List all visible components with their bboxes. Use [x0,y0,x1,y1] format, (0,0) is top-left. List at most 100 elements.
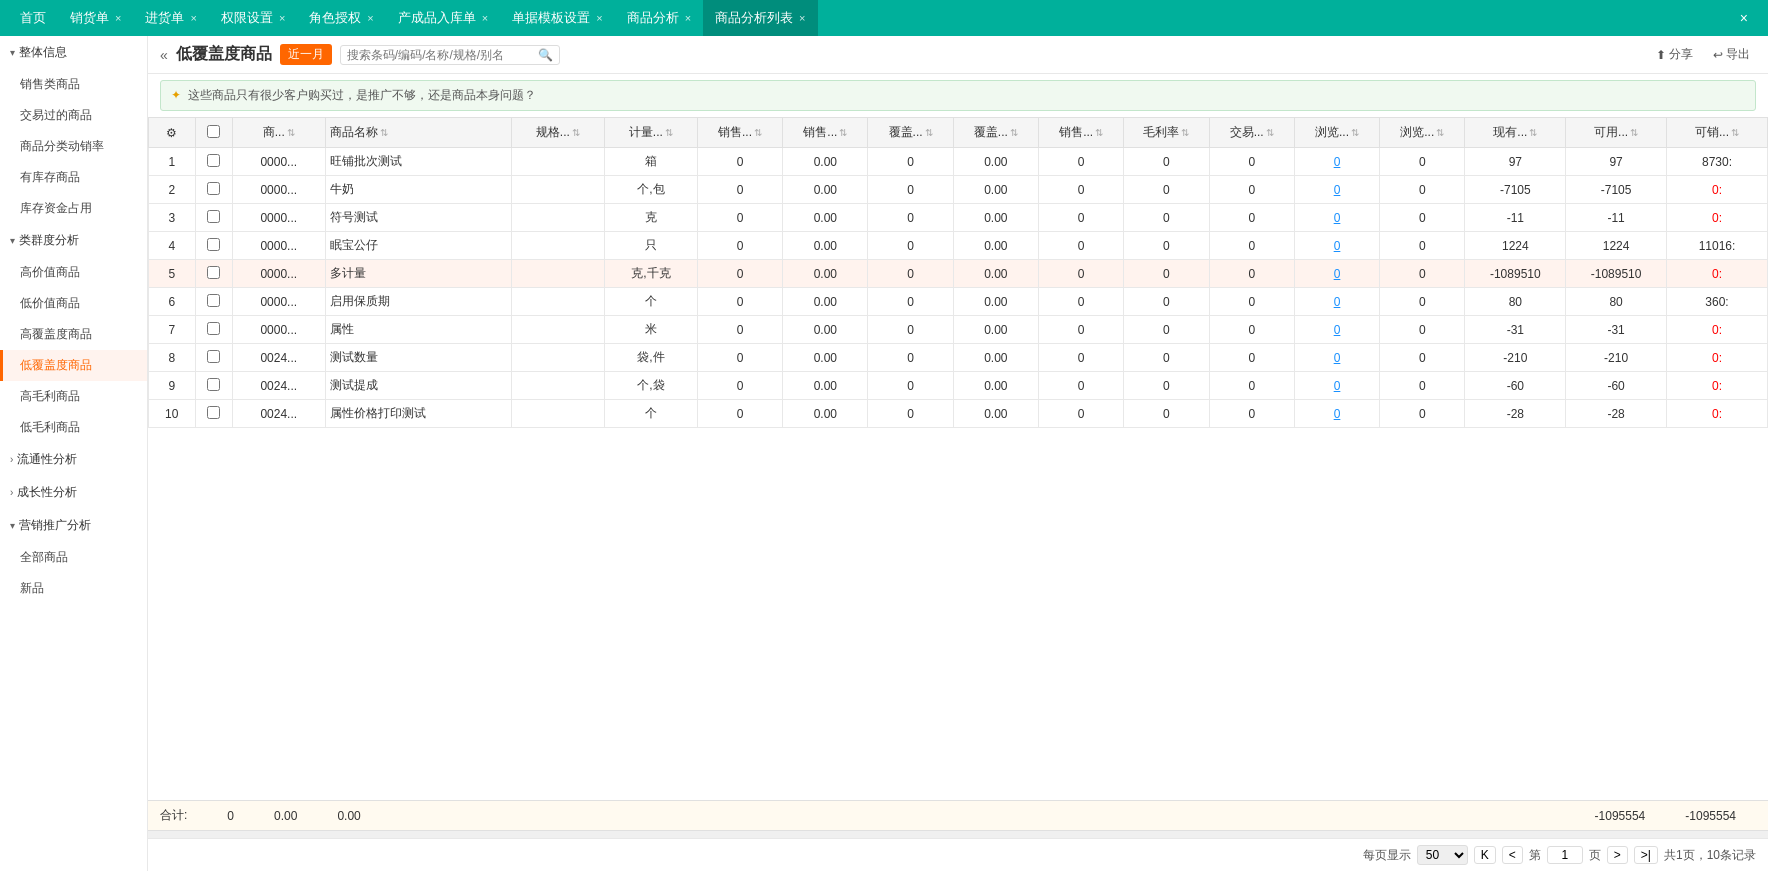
first-page-button[interactable]: K [1474,846,1496,864]
close-icon[interactable]: × [685,12,691,24]
cell-view1[interactable]: 0 [1294,316,1379,344]
cell-checkbox[interactable] [195,148,232,176]
cell-available: -1089510 [1566,260,1667,288]
close-icon[interactable]: × [279,12,285,24]
cell-checkbox[interactable] [195,176,232,204]
th-current-stock[interactable]: 现有...⇅ [1465,118,1566,148]
th-code[interactable]: 商...⇅ [232,118,325,148]
window-close-button[interactable]: × [1728,10,1760,26]
cell-cov2: 0.00 [953,260,1038,288]
cell-spec [511,316,604,344]
sidebar-group-liquidity[interactable]: › 流通性分析 [0,443,147,476]
cell-checkbox[interactable] [195,260,232,288]
cell-checkbox[interactable] [195,344,232,372]
nav-sales-order[interactable]: 销货单 × [58,0,133,36]
cell-gross-margin: 0 [1124,288,1209,316]
nav-goods-analysis[interactable]: 商品分析 × [615,0,703,36]
search-input[interactable] [347,48,538,62]
th-sales-qty[interactable]: 销售...⇅ [697,118,782,148]
cell-num: 10 [149,400,196,428]
nav-product-warehouse[interactable]: 产成品入库单 × [386,0,500,36]
close-icon[interactable]: × [115,12,121,24]
time-filter-button[interactable]: 近一月 [280,44,332,65]
sidebar-item-high-coverage[interactable]: 高覆盖度商品 [0,319,147,350]
cell-view1[interactable]: 0 [1294,344,1379,372]
cell-checkbox[interactable] [195,204,232,232]
cell-unit: 米 [604,316,697,344]
nav-template-settings[interactable]: 单据模板设置 × [500,0,614,36]
th-sales-cnt[interactable]: 销售...⇅ [1039,118,1124,148]
th-view2[interactable]: 浏览...⇅ [1380,118,1465,148]
next-page-button[interactable]: > [1607,846,1628,864]
sidebar-group-growth[interactable]: › 成长性分析 [0,476,147,509]
sidebar-group-cluster[interactable]: ▾ 类群度分析 [0,224,147,257]
sidebar-item-all-goods[interactable]: 全部商品 [0,542,147,573]
th-coverage1[interactable]: 覆盖...⇅ [868,118,953,148]
cell-view1[interactable]: 0 [1294,260,1379,288]
page-number-input[interactable] [1547,846,1583,864]
nav-home[interactable]: 首页 [8,0,58,36]
sidebar-group-marketing[interactable]: ▾ 营销推广分析 [0,509,147,542]
sidebar-item-low-margin[interactable]: 低毛利商品 [0,412,147,443]
close-icon[interactable]: × [596,12,602,24]
cell-view1[interactable]: 0 [1294,148,1379,176]
nav-role-auth[interactable]: 角色授权 × [297,0,385,36]
close-icon[interactable]: × [367,12,373,24]
sidebar-item-sales-goods[interactable]: 销售类商品 [0,69,147,100]
cell-view1[interactable]: 0 [1294,232,1379,260]
sidebar-item-new-goods[interactable]: 新品 [0,573,147,604]
close-icon[interactable]: × [799,12,805,24]
cell-sales-cnt: 0 [1039,344,1124,372]
sidebar-collapse-button[interactable]: « [160,47,168,63]
share-button[interactable]: ⬆ 分享 [1650,44,1699,65]
sidebar-item-stocked-goods[interactable]: 有库存商品 [0,162,147,193]
select-all-checkbox[interactable] [207,125,220,138]
sidebar-item-inventory-capital[interactable]: 库存资金占用 [0,193,147,224]
cell-unit: 只 [604,232,697,260]
sidebar-item-low-value[interactable]: 低价值商品 [0,288,147,319]
th-gross-margin[interactable]: 毛利率⇅ [1124,118,1209,148]
horizontal-scrollbar[interactable] [148,830,1768,838]
th-coverage2[interactable]: 覆盖...⇅ [953,118,1038,148]
close-icon[interactable]: × [190,12,196,24]
th-sales-amt[interactable]: 销售...⇅ [783,118,868,148]
sidebar-item-traded-goods[interactable]: 交易过的商品 [0,100,147,131]
cell-checkbox[interactable] [195,288,232,316]
sidebar-item-category-rate[interactable]: 商品分类动销率 [0,131,147,162]
th-saleable[interactable]: 可销...⇅ [1667,118,1768,148]
cell-current: -60 [1465,372,1566,400]
sidebar-item-high-margin[interactable]: 高毛利商品 [0,381,147,412]
sidebar-group-overall[interactable]: ▾ 整体信息 [0,36,147,69]
th-trade[interactable]: 交易...⇅ [1209,118,1294,148]
nav-permission-settings[interactable]: 权限设置 × [209,0,297,36]
nav-goods-analysis-list[interactable]: 商品分析列表 × [703,0,817,36]
close-icon[interactable]: × [482,12,488,24]
cell-checkbox[interactable] [195,232,232,260]
sidebar-item-low-coverage[interactable]: 低覆盖度商品 [0,350,147,381]
cell-checkbox[interactable] [195,400,232,428]
cell-cov2: 0.00 [953,204,1038,232]
cell-code: 0000... [232,204,325,232]
th-unit[interactable]: 计量...⇅ [604,118,697,148]
nav-purchase-order[interactable]: 进货单 × [133,0,208,36]
th-name[interactable]: 商品名称⇅ [325,118,511,148]
cell-view1[interactable]: 0 [1294,176,1379,204]
cell-saleable: 0: [1667,400,1768,428]
export-button[interactable]: ↩ 导出 [1707,44,1756,65]
cell-view1[interactable]: 0 [1294,204,1379,232]
page-size-select[interactable]: 20 50 100 [1417,845,1468,865]
cell-unit: 箱 [604,148,697,176]
th-available[interactable]: 可用...⇅ [1566,118,1667,148]
sidebar-item-high-value[interactable]: 高价值商品 [0,257,147,288]
cell-view1[interactable]: 0 [1294,372,1379,400]
th-checkbox[interactable] [195,118,232,148]
th-settings[interactable]: ⚙ [149,118,196,148]
th-spec[interactable]: 规格...⇅ [511,118,604,148]
cell-view1[interactable]: 0 [1294,400,1379,428]
last-page-button[interactable]: >| [1634,846,1658,864]
cell-view1[interactable]: 0 [1294,288,1379,316]
prev-page-button[interactable]: < [1502,846,1523,864]
cell-checkbox[interactable] [195,372,232,400]
th-view1[interactable]: 浏览...⇅ [1294,118,1379,148]
cell-checkbox[interactable] [195,316,232,344]
